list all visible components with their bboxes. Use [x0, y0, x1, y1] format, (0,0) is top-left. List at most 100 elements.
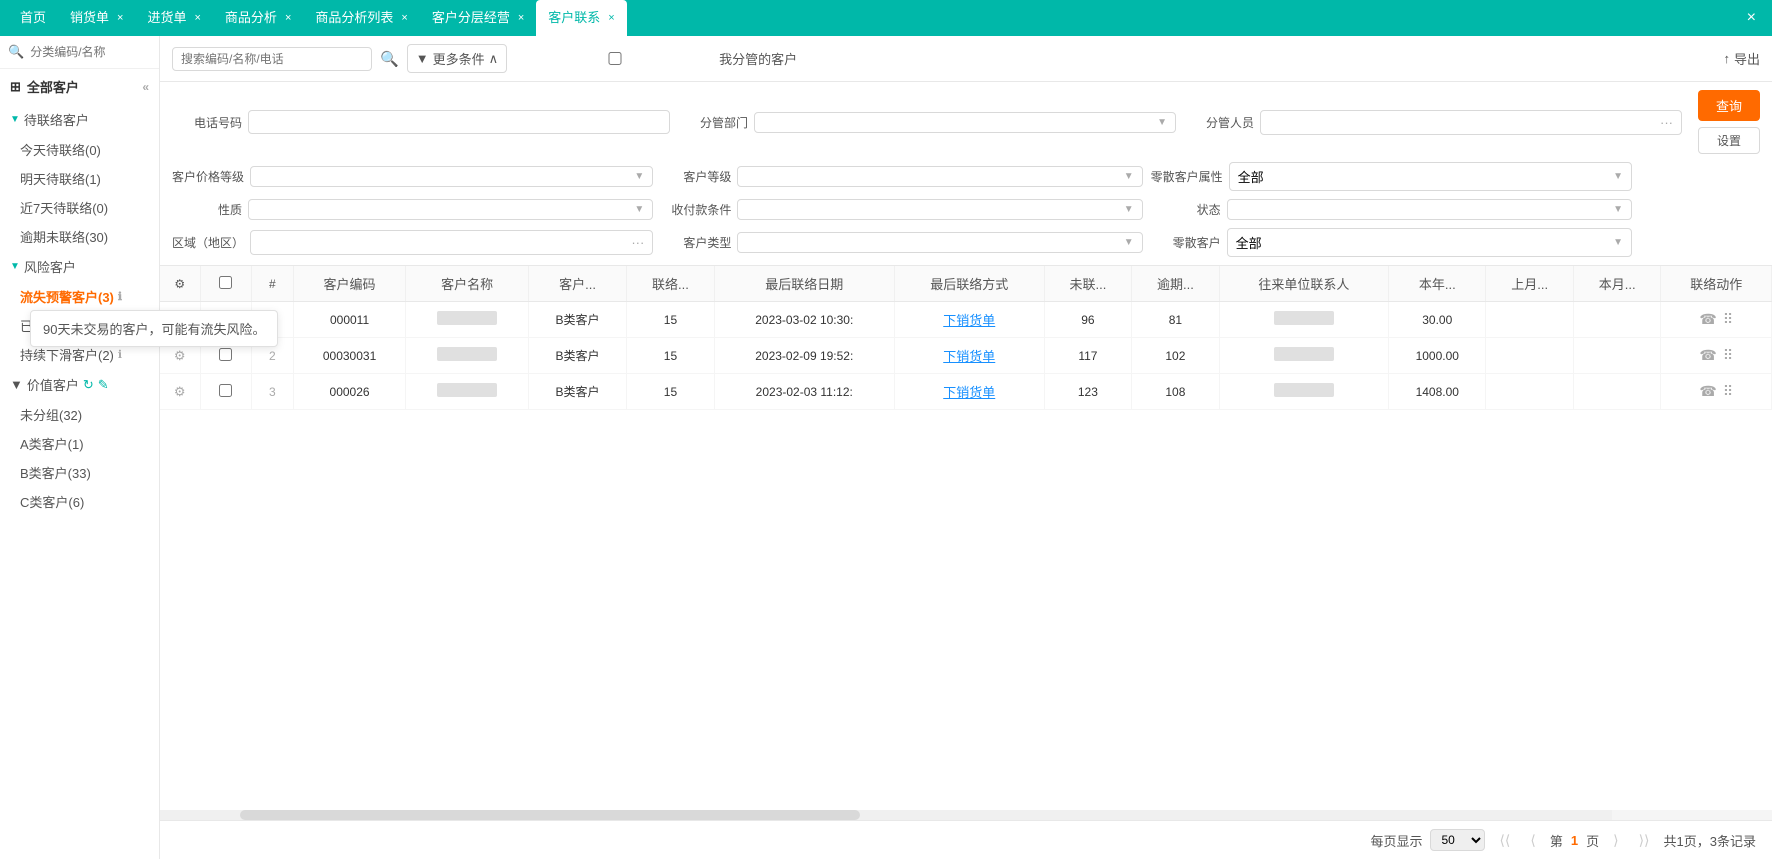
cust-level-select[interactable]: ▼: [737, 166, 1142, 187]
last-page-button[interactable]: ⟩⟩: [1633, 830, 1656, 851]
tab-purchase[interactable]: 进货单 ×: [135, 0, 212, 36]
tab-product-analysis[interactable]: 商品分析 ×: [213, 0, 303, 36]
sidebar-search-input[interactable]: [30, 45, 160, 59]
horizontal-scrollbar[interactable]: [160, 810, 1612, 820]
more-filter-button[interactable]: ▼ 更多条件 ∧: [407, 44, 507, 73]
settings-cell-2[interactable]: ⚙: [160, 374, 200, 410]
sidebar-all-customers[interactable]: ⊞ 全部客户 «: [0, 69, 159, 104]
last-method-cell-0[interactable]: 下销货单: [894, 302, 1044, 338]
filter-caret: ∧: [489, 51, 499, 67]
settings-button[interactable]: 设置: [1698, 127, 1760, 154]
sidebar-item-c-class[interactable]: C类客户(6): [0, 487, 159, 516]
overdue-col-header[interactable]: 逾期...: [1132, 266, 1220, 302]
tab-customer-contact-close[interactable]: ×: [608, 0, 614, 36]
export-button[interactable]: ↑ 导出: [1723, 49, 1760, 68]
last-method-link-0[interactable]: 下销货单: [943, 313, 995, 328]
uncontacted-col-header[interactable]: 未联...: [1044, 266, 1132, 302]
scrollbar-thumb[interactable]: [240, 810, 860, 820]
prev-page-button[interactable]: ⟨: [1524, 830, 1541, 851]
tab-customer-contact[interactable]: 客户联系 ×: [536, 0, 626, 36]
tab-home[interactable]: 首页: [8, 0, 58, 36]
person-dots[interactable]: ···: [1660, 115, 1673, 130]
tab-purchase-close[interactable]: ×: [194, 0, 200, 36]
unit-contact-col-header[interactable]: 往来单位联系人: [1219, 266, 1388, 302]
sidebar-item-today[interactable]: 今天待联络(0): [0, 135, 159, 164]
first-page-button[interactable]: ⟨⟨: [1493, 830, 1516, 851]
search-button[interactable]: 🔍: [380, 50, 399, 68]
code-col-header[interactable]: 客户编码: [293, 266, 406, 302]
collapse-icon[interactable]: «: [142, 80, 149, 94]
last-method-cell-2[interactable]: 下销货单: [894, 374, 1044, 410]
sidebar-item-ungroup[interactable]: 未分组(32): [0, 400, 159, 429]
search-input[interactable]: [172, 47, 372, 71]
tab-product-list[interactable]: 商品分析列表 ×: [303, 0, 419, 36]
last-date-col-header[interactable]: 最后联络日期: [714, 266, 894, 302]
window-close-button[interactable]: ×: [1739, 9, 1764, 27]
last-method-cell-1[interactable]: 下销货单: [894, 338, 1044, 374]
edit-icon[interactable]: ✎: [98, 377, 109, 393]
table-row: ⚙ 1 000011 B类客户 15 2023-03-02 10:30: 下销货…: [160, 302, 1772, 338]
more-action-icon-1[interactable]: ⠿: [1723, 347, 1733, 364]
contact-action-icon-2[interactable]: ☎: [1699, 383, 1716, 400]
row-checkbox-2[interactable]: [219, 384, 232, 397]
checkbox-cell-2[interactable]: [200, 374, 251, 410]
row-checkbox-1[interactable]: [219, 348, 232, 361]
retail-select[interactable]: 全部 ▼: [1227, 228, 1632, 257]
tab-product-list-close[interactable]: ×: [401, 0, 407, 36]
contact-action-icon-0[interactable]: ☎: [1699, 311, 1716, 328]
name-col-header[interactable]: 客户名称: [406, 266, 529, 302]
tab-sales[interactable]: 销货单 ×: [58, 0, 135, 36]
tab-sales-close[interactable]: ×: [117, 0, 123, 36]
sidebar-group-pending[interactable]: ▼ 待联络客户: [0, 104, 159, 135]
sidebar-item-tomorrow[interactable]: 明天待联络(1): [0, 164, 159, 193]
page-size-select[interactable]: 50 100 200: [1430, 829, 1485, 851]
sidebar-search-icon: 🔍: [8, 44, 24, 60]
my-customers-checkbox[interactable]: [515, 52, 715, 65]
status-select[interactable]: ▼: [1227, 199, 1632, 220]
settings-col-header[interactable]: ⚙: [160, 266, 200, 302]
sidebar-item-a-class[interactable]: A类客户(1): [0, 429, 159, 458]
select-all-checkbox[interactable]: [219, 276, 232, 289]
sidebar-item-churn-warning[interactable]: 流失预警客户(3) ℹ: [0, 282, 159, 311]
price-level-select[interactable]: ▼: [250, 166, 653, 187]
last-method-link-1[interactable]: 下销货单: [943, 349, 995, 364]
cust-type-select[interactable]: ▼: [737, 232, 1142, 253]
filter-status: 状态 ▼: [1151, 199, 1632, 220]
sidebar-item-week[interactable]: 近7天待联络(0): [0, 193, 159, 222]
next-page-button[interactable]: ⟩: [1607, 830, 1624, 851]
tab-product-analysis-close[interactable]: ×: [285, 0, 291, 36]
region-dots[interactable]: ···: [631, 235, 644, 250]
last-month-col-header[interactable]: 上月...: [1486, 266, 1574, 302]
last-method-col-header[interactable]: 最后联络方式: [894, 266, 1044, 302]
refresh-icon[interactable]: ↻: [83, 377, 94, 393]
payment-select[interactable]: ▼: [737, 199, 1142, 220]
my-customers-checkbox-label[interactable]: 我分管的客户: [515, 49, 797, 68]
gender-select[interactable]: ▼: [248, 199, 653, 220]
dept-select[interactable]: ▼: [754, 112, 1176, 133]
tab-customer-layer-close[interactable]: ×: [518, 0, 524, 36]
info-icon-declining: ℹ: [118, 348, 122, 361]
type-cell-0: B类客户: [528, 302, 626, 338]
sidebar-group-risk[interactable]: ▼ 风险客户: [0, 251, 159, 282]
attr-select[interactable]: 全部 ▼: [1229, 162, 1632, 191]
this-year-col-header[interactable]: 本年...: [1389, 266, 1486, 302]
row-settings-icon[interactable]: ⚙: [174, 384, 186, 399]
sidebar-item-overdue[interactable]: 逾期未联络(30): [0, 222, 159, 251]
this-month-col-header[interactable]: 本月...: [1573, 266, 1661, 302]
type-col-header[interactable]: 客户...: [528, 266, 626, 302]
query-button[interactable]: 查询: [1698, 90, 1760, 121]
phone-input[interactable]: [248, 110, 670, 134]
region-label: 区域（地区）: [172, 234, 244, 251]
tab-customer-layer[interactable]: 客户分层经营 ×: [420, 0, 536, 36]
contact-col-header[interactable]: 联络...: [627, 266, 715, 302]
sidebar-item-b-class[interactable]: B类客户(33): [0, 458, 159, 487]
checkbox-col-header[interactable]: [200, 266, 251, 302]
more-action-icon-0[interactable]: ⠿: [1723, 311, 1733, 328]
more-action-icon-2[interactable]: ⠿: [1723, 383, 1733, 400]
region-select[interactable]: ···: [250, 230, 653, 255]
overdue-cell-2: 108: [1132, 374, 1220, 410]
contact-action-icon-1[interactable]: ☎: [1699, 347, 1716, 364]
row-settings-icon[interactable]: ⚙: [174, 348, 186, 363]
person-select[interactable]: ···: [1260, 110, 1682, 135]
last-method-link-2[interactable]: 下销货单: [943, 385, 995, 400]
